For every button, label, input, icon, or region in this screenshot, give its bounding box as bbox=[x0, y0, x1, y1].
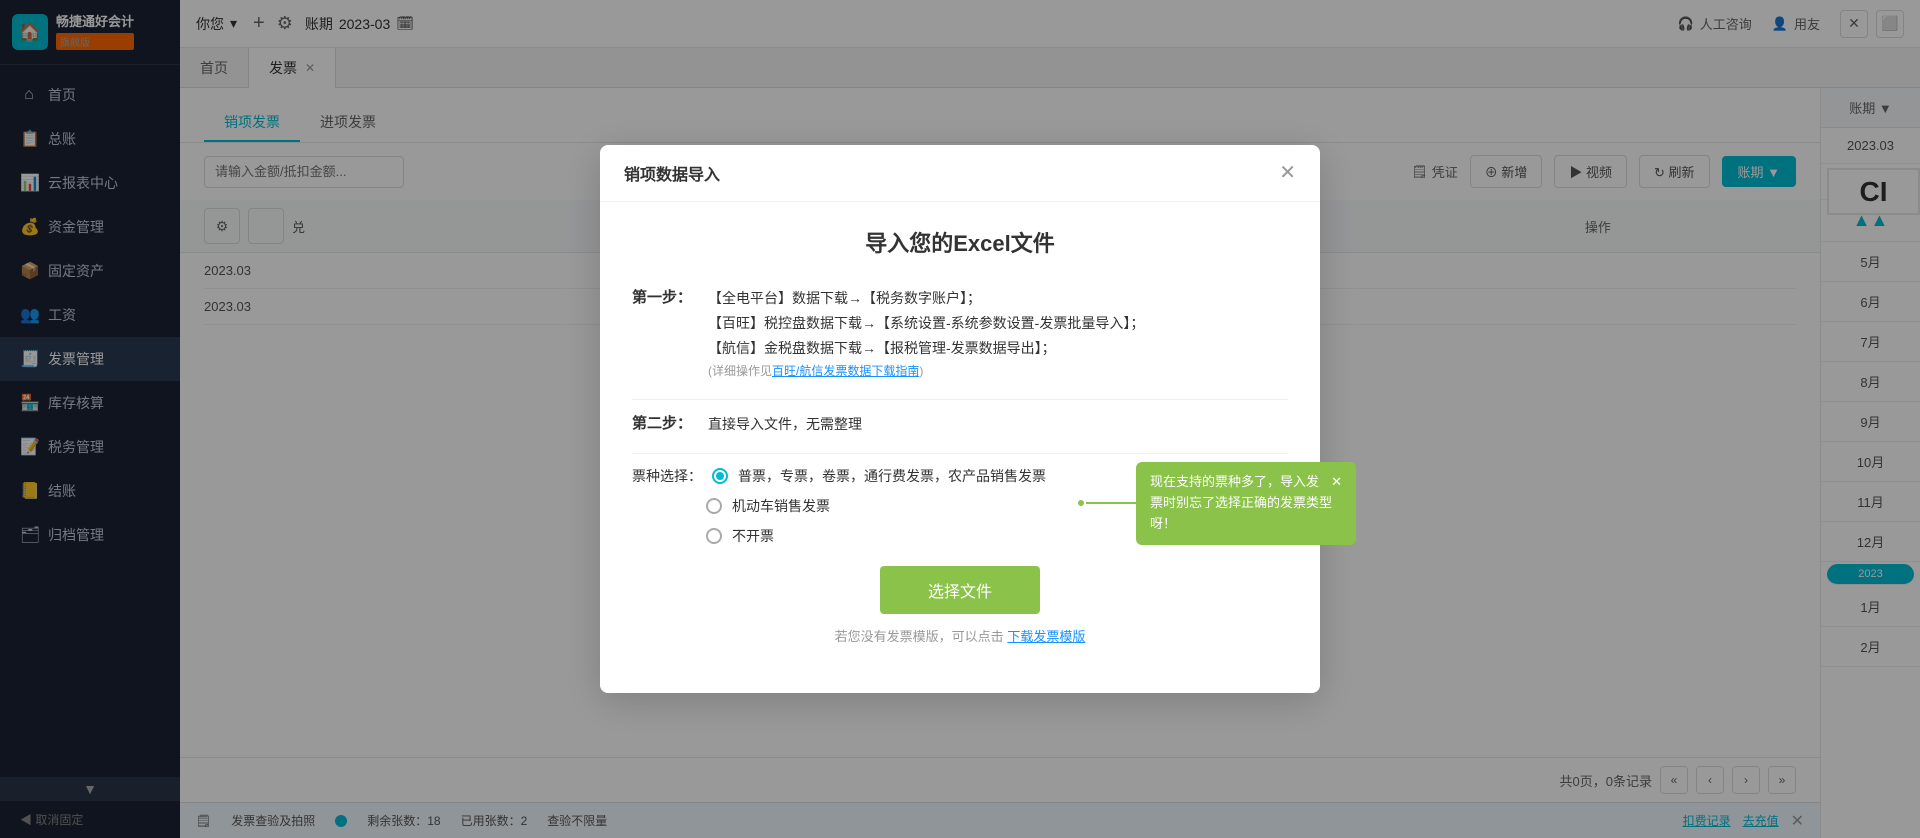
modal-header: 销项数据导入 ✕ bbox=[600, 145, 1320, 202]
step1-note: (详细操作见百旺/航信发票数据下载指南) bbox=[708, 361, 1144, 383]
tooltip-wrapper: ✕ 现在支持的票种多了，导入发票时别忘了选择正确的发票类型呀！ bbox=[1076, 462, 1356, 544]
step1-content: 【全电平台】数据下载→【税务数字账户】； 【百旺】税控盘数据下载→【系统设置-系… bbox=[708, 286, 1144, 383]
ticket-selection: 票种选择： 普票，专票，卷票，通行费发票，农产品销售发票 ✕ 现在支持的票种多了… bbox=[632, 466, 1288, 546]
select-file-button[interactable]: 选择文件 bbox=[880, 566, 1040, 614]
tooltip-close-btn[interactable]: ✕ bbox=[1331, 472, 1342, 493]
step2-content: 直接导入文件，无需整理 bbox=[708, 412, 862, 437]
step1-label: 第一步： bbox=[632, 286, 696, 383]
footer-note: 若您没有发票模版，可以点击 下载发票模版 bbox=[632, 626, 1288, 645]
download-template-link[interactable]: 下载发票模版 bbox=[1007, 629, 1085, 644]
modal-close-button[interactable]: ✕ bbox=[1279, 163, 1296, 183]
step2-row: 第二步： 直接导入文件，无需整理 bbox=[632, 412, 1288, 437]
step1-row: 第一步： 【全电平台】数据下载→【税务数字账户】； 【百旺】税控盘数据下载→【系… bbox=[632, 286, 1288, 383]
step1-link[interactable]: 百旺/航信发票数据下载指南 bbox=[772, 364, 919, 378]
modal-body: 导入您的Excel文件 第一步： 【全电平台】数据下载→【税务数字账户】； 【百… bbox=[600, 202, 1320, 693]
footer-note-text: 若您没有发票模版，可以点击 bbox=[835, 629, 1004, 644]
ticket-label-row: 票种选择： 普票，专票，卷票，通行费发票，农产品销售发票 ✕ 现在支持的票种多了… bbox=[632, 466, 1288, 486]
step1-line1: 【全电平台】数据下载→【税务数字账户】； bbox=[708, 286, 1144, 311]
tooltip-text: 现在支持的票种多了，导入发票时别忘了选择正确的发票类型呀！ bbox=[1150, 474, 1332, 531]
step1-note-suffix: ) bbox=[919, 364, 923, 378]
step-divider bbox=[632, 399, 1288, 400]
ticket1-label: 普票，专票，卷票，通行费发票，农产品销售发票 bbox=[738, 466, 1046, 486]
radio-ticket3[interactable] bbox=[706, 528, 722, 544]
tooltip-bubble: ✕ 现在支持的票种多了，导入发票时别忘了选择正确的发票类型呀！ bbox=[1136, 462, 1356, 544]
modal-main-title: 导入您的Excel文件 bbox=[632, 226, 1288, 258]
tooltip-dot bbox=[1076, 498, 1086, 508]
modal-footer: 选择文件 若您没有发票模版，可以点击 下载发票模版 bbox=[632, 558, 1288, 661]
radio-ticket2[interactable] bbox=[706, 498, 722, 514]
radio-ticket1[interactable] bbox=[712, 468, 728, 484]
ticket-label: 票种选择： bbox=[632, 466, 702, 486]
ticket2-label: 机动车销售发票 bbox=[732, 496, 830, 516]
import-modal: 销项数据导入 ✕ 导入您的Excel文件 第一步： 【全电平台】数据下载→【税务… bbox=[600, 145, 1320, 693]
select-file-area: 选择文件 bbox=[632, 566, 1288, 614]
step1-line3: 【航信】金税盘数据下载→【报税管理-发票数据导出】； bbox=[708, 336, 1144, 361]
step-divider2 bbox=[632, 453, 1288, 454]
modal-title: 销项数据导入 bbox=[624, 161, 720, 185]
tooltip-line bbox=[1086, 502, 1136, 504]
ticket3-label: 不开票 bbox=[732, 526, 774, 546]
step1-note-prefix: (详细操作见 bbox=[708, 364, 772, 378]
step2-label: 第二步： bbox=[632, 412, 696, 437]
step1-line2: 【百旺】税控盘数据下载→【系统设置-系统参数设置-发票批量导入】； bbox=[708, 311, 1144, 336]
modal-overlay: 销项数据导入 ✕ 导入您的Excel文件 第一步： 【全电平台】数据下载→【税务… bbox=[0, 0, 1920, 838]
